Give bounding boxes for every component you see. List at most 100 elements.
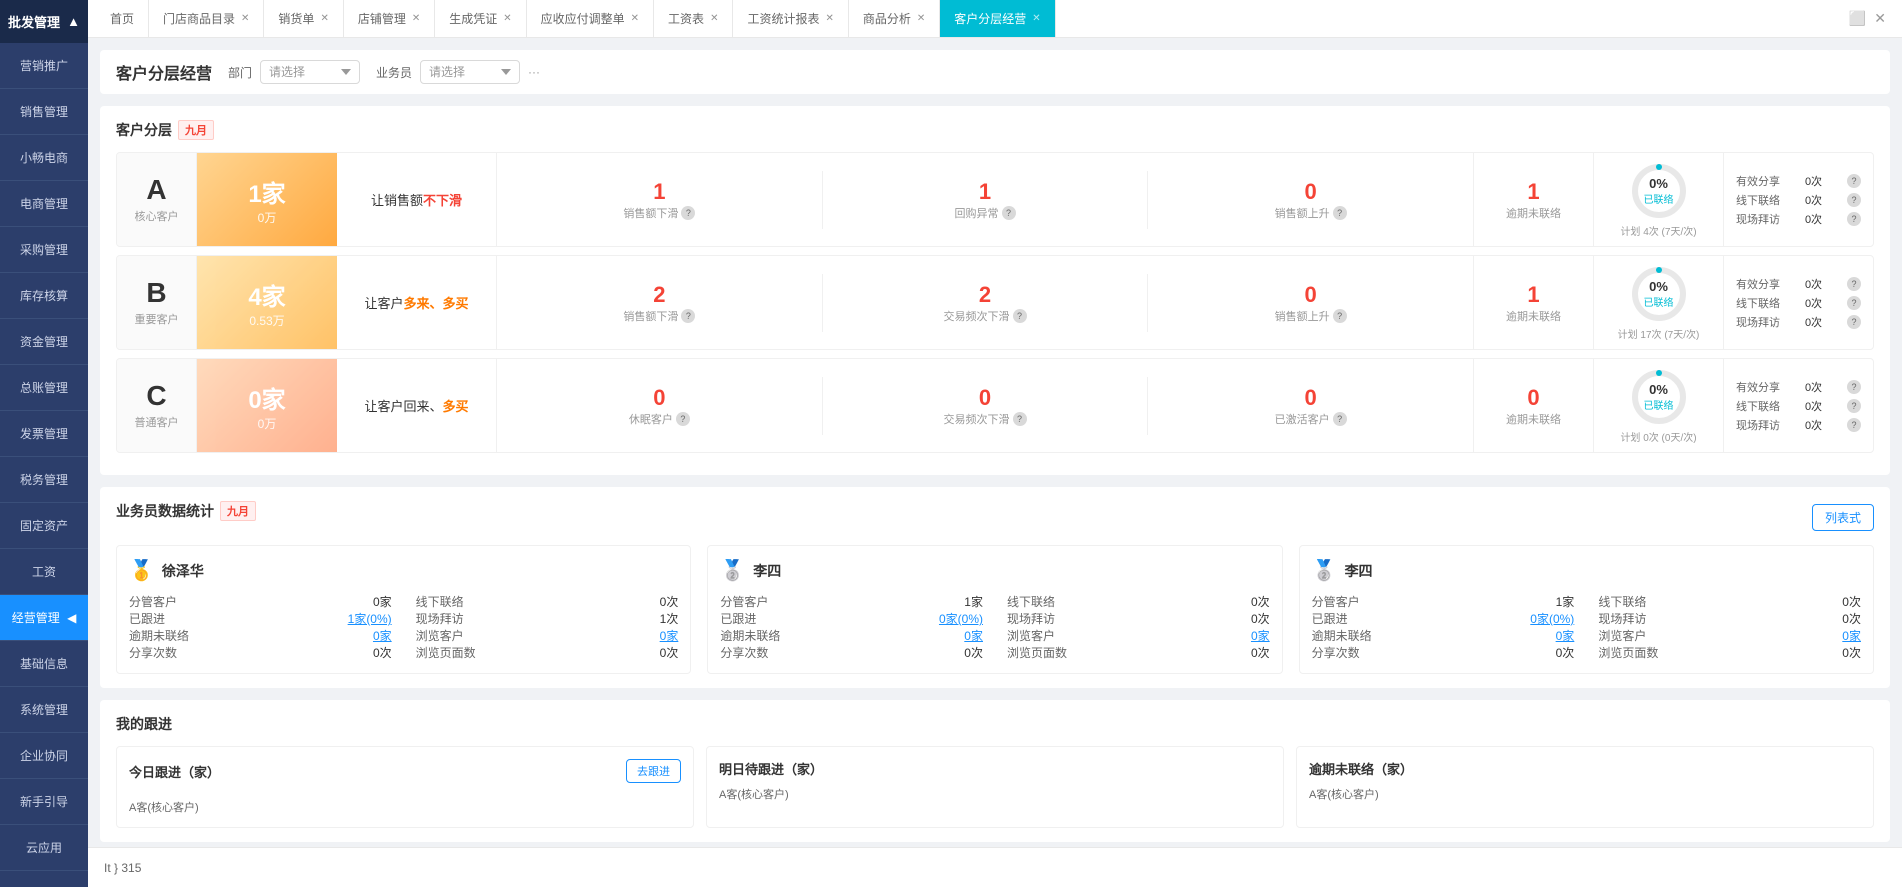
- sidebar-item-payroll[interactable]: 工资: [0, 549, 88, 595]
- stat-val-link[interactable]: 0家: [1251, 627, 1270, 644]
- dept-label: 部门: [228, 64, 252, 81]
- sidebar-header[interactable]: 批发管理 ▲: [0, 0, 88, 43]
- tab-close-icon[interactable]: ✕: [917, 13, 925, 24]
- tab-close-icon[interactable]: ✕: [412, 13, 420, 24]
- stat-val-link[interactable]: 0家(0%): [939, 610, 983, 627]
- sidebar-item-label: 销售管理: [20, 105, 68, 119]
- tab-home[interactable]: 首页: [96, 0, 149, 38]
- tab-customer-tier[interactable]: 客户分层经营 ✕: [940, 0, 1055, 38]
- info-icon[interactable]: ?: [676, 412, 690, 426]
- stat-cell-b-0[interactable]: 2 销售额下滑 ?: [497, 274, 823, 332]
- tab-close-icon[interactable]: ✕: [825, 13, 833, 24]
- info-icon[interactable]: ?: [1333, 309, 1347, 323]
- staff-medal-2: 🥈: [1312, 558, 1337, 583]
- sidebar-item-finance[interactable]: 资金管理: [0, 319, 88, 365]
- sidebar-item-guide[interactable]: 新手引导: [0, 779, 88, 825]
- stat-cell-c-0[interactable]: 0 休眠客户 ?: [497, 377, 823, 435]
- stat-cell-b-2[interactable]: 0 销售额上升 ?: [1148, 274, 1473, 332]
- more-filters-icon[interactable]: ···: [528, 65, 540, 79]
- stat-val-link[interactable]: 1家(0%): [348, 610, 392, 627]
- staff-name-0: 徐泽华: [162, 561, 204, 581]
- tab-close-all-icon[interactable]: ✕: [1874, 10, 1886, 27]
- sidebar-item-label: 资金管理: [20, 335, 68, 349]
- tab-product-analysis[interactable]: 商品分析 ✕: [849, 0, 940, 38]
- stat-val-link[interactable]: 0家: [1842, 627, 1861, 644]
- tier-count-a[interactable]: 1家 0万: [197, 153, 337, 246]
- info-icon[interactable]: ?: [1847, 315, 1861, 329]
- staff-stat-row: 分管客户 0家: [129, 593, 392, 610]
- tab-close-icon[interactable]: ✕: [631, 13, 639, 24]
- contact-label-c: 逾期未联络: [1506, 411, 1561, 427]
- list-view-button[interactable]: 列表式: [1812, 504, 1874, 531]
- info-icon[interactable]: ?: [1847, 174, 1861, 188]
- dept-select[interactable]: 请选择: [260, 60, 360, 84]
- stat-cell-b-1[interactable]: 2 交易频次下滑 ?: [823, 274, 1149, 332]
- sidebar-item-ecommerce[interactable]: 电商管理: [0, 181, 88, 227]
- stat-label: 已跟进: [1312, 610, 1348, 627]
- go-followup-button[interactable]: 去跟进: [626, 759, 681, 783]
- stat-val-link[interactable]: 0家: [964, 627, 983, 644]
- tab-close-icon[interactable]: ✕: [320, 13, 328, 24]
- sidebar-item-ledger[interactable]: 总账管理: [0, 365, 88, 411]
- sidebar-item-tax[interactable]: 税务管理: [0, 457, 88, 503]
- info-icon[interactable]: ?: [1847, 296, 1861, 310]
- sidebar-item-procurement[interactable]: 采购管理: [0, 227, 88, 273]
- info-icon[interactable]: ?: [1333, 412, 1347, 426]
- stat-cell-a-1[interactable]: 1 回购异常 ?: [823, 171, 1149, 229]
- tier-count-c[interactable]: 0家 0万: [197, 359, 337, 452]
- info-icon[interactable]: ?: [1847, 380, 1861, 394]
- stat-cell-a-2[interactable]: 0 销售额上升 ?: [1148, 171, 1473, 229]
- info-icon[interactable]: ?: [1002, 206, 1016, 220]
- info-icon[interactable]: ?: [1847, 399, 1861, 413]
- sidebar-settings[interactable]: ⚙: [0, 871, 88, 887]
- tab-maximize-icon[interactable]: ⬜: [1849, 10, 1866, 27]
- tab-store-mgmt[interactable]: 店铺管理 ✕: [344, 0, 435, 38]
- sidebar-item-assets[interactable]: 固定资产: [0, 503, 88, 549]
- staff-select[interactable]: 请选择: [420, 60, 520, 84]
- stat-cell-c-1[interactable]: 0 交易频次下滑 ?: [823, 377, 1149, 435]
- info-icon[interactable]: ?: [681, 206, 695, 220]
- info-icon[interactable]: ?: [681, 309, 695, 323]
- info-icon[interactable]: ?: [1847, 418, 1861, 432]
- tab-close-icon[interactable]: ✕: [710, 13, 718, 24]
- tab-adjustment[interactable]: 应收应付调整单 ✕: [527, 0, 654, 38]
- tier-count-b[interactable]: 4家 0.53万: [197, 256, 337, 349]
- sidebar-collapse-icon[interactable]: ▲: [67, 14, 80, 29]
- tab-sales-order[interactable]: 销货单 ✕: [264, 0, 343, 38]
- sidebar-item-sales[interactable]: 销售管理: [0, 89, 88, 135]
- tab-payroll[interactable]: 工资表 ✕: [654, 0, 733, 38]
- sidebar-item-inventory[interactable]: 库存核算: [0, 273, 88, 319]
- stat-val-link[interactable]: 0家(0%): [1530, 610, 1574, 627]
- info-icon[interactable]: ?: [1333, 206, 1347, 220]
- tab-close-icon[interactable]: ✕: [1032, 13, 1040, 24]
- tier-circle-c: 0% 已联络 计划 0次 (0天/次): [1593, 359, 1723, 452]
- stat-val-link[interactable]: 0家: [660, 627, 679, 644]
- sidebar-item-ecommerce-small[interactable]: 小畅电商: [0, 135, 88, 181]
- info-icon[interactable]: ?: [1847, 277, 1861, 291]
- tab-voucher[interactable]: 生成凭证 ✕: [435, 0, 526, 38]
- tab-store-products[interactable]: 门店商品目录 ✕: [149, 0, 264, 38]
- sidebar-item-management[interactable]: 经营管理 ◀: [0, 595, 88, 641]
- stat-val-link[interactable]: 0家: [373, 627, 392, 644]
- info-icon[interactable]: ?: [1847, 212, 1861, 226]
- month-badge-business: 九月: [220, 501, 256, 521]
- tab-payroll-report[interactable]: 工资统计报表 ✕: [733, 0, 848, 38]
- stat-label-b-1: 交易频次下滑 ?: [944, 308, 1027, 324]
- info-icon[interactable]: ?: [1847, 193, 1861, 207]
- stat-val-link[interactable]: 0家: [1556, 627, 1575, 644]
- stat-cell-a-0[interactable]: 1 销售额下滑 ?: [497, 171, 823, 229]
- info-icon[interactable]: ?: [1013, 309, 1027, 323]
- tab-label: 门店商品目录: [163, 10, 235, 27]
- sidebar-item-collab[interactable]: 企业协同: [0, 733, 88, 779]
- sidebar-item-basic[interactable]: 基础信息: [0, 641, 88, 687]
- tab-label: 首页: [110, 10, 134, 27]
- tab-close-icon[interactable]: ✕: [503, 13, 511, 24]
- stat-cell-c-2[interactable]: 0 已激活客户 ?: [1148, 377, 1473, 435]
- sidebar-item-cloud[interactable]: 云应用: [0, 825, 88, 871]
- business-stats-section: 业务员数据统计 九月 列表式 🥇 徐泽华 分管客户: [100, 487, 1890, 688]
- sidebar-item-invoice[interactable]: 发票管理: [0, 411, 88, 457]
- sidebar-item-system[interactable]: 系统管理: [0, 687, 88, 733]
- sidebar-item-marketing[interactable]: 营销推广: [0, 43, 88, 89]
- info-icon[interactable]: ?: [1013, 412, 1027, 426]
- tab-close-icon[interactable]: ✕: [241, 13, 249, 24]
